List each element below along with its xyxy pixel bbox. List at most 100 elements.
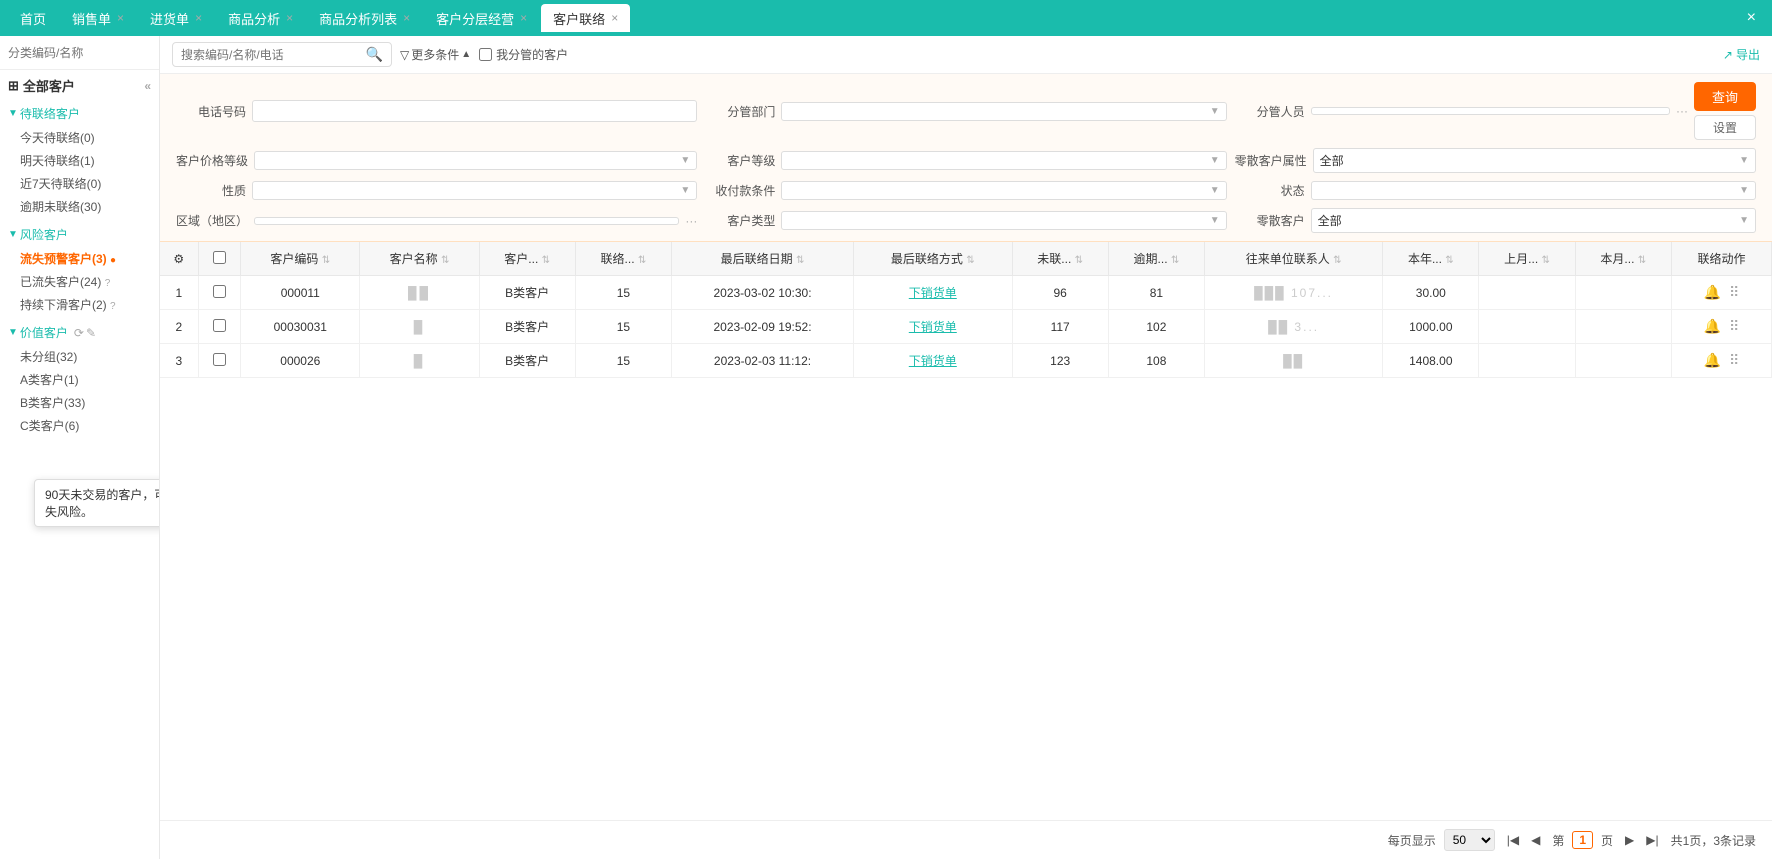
sort-tmonth-icon[interactable]: ⇅ [1638, 255, 1646, 266]
search-icon[interactable]: 🔍 [366, 46, 383, 63]
search-input-area[interactable]: 🔍 [172, 42, 392, 67]
sort-date-icon[interactable]: ⇅ [796, 255, 804, 266]
payment-select[interactable]: ▼ [781, 181, 1226, 200]
query-button[interactable]: 查询 [1694, 82, 1756, 111]
sort-type-icon[interactable]: ⇅ [542, 255, 550, 266]
page-last-icon[interactable]: ▶| [1642, 831, 1662, 849]
dept-select[interactable]: ▼ [781, 102, 1226, 121]
sidebar-all-customers[interactable]: ⊞ 全部客户 « [0, 70, 159, 101]
col-settings[interactable]: ⚙ [160, 242, 198, 276]
manager-select[interactable] [1311, 107, 1670, 115]
action-more-icon[interactable]: ⠿ [1729, 352, 1739, 369]
col-this-month[interactable]: 本月... ⇅ [1575, 242, 1671, 276]
refresh-icon[interactable]: ⟳ [74, 326, 84, 340]
action-note-icon[interactable]: 🔔 [1704, 318, 1721, 335]
col-unit-contact[interactable]: 往来单位联系人 ⇅ [1205, 242, 1383, 276]
cell-check[interactable] [198, 344, 241, 378]
settings-button[interactable]: 设置 [1694, 115, 1756, 140]
sort-method-icon[interactable]: ⇅ [966, 255, 974, 266]
tab-analysis-close[interactable]: × [286, 11, 293, 25]
tab-analysis-list-close[interactable]: × [403, 11, 410, 25]
sidebar-item-a-class[interactable]: A类客户(1) [0, 368, 159, 391]
col-code[interactable]: 客户编码 ⇅ [241, 242, 360, 276]
col-contact[interactable]: 联络... ⇅ [575, 242, 671, 276]
sidebar-item-b-class[interactable]: B类客户(33) [0, 391, 159, 414]
sort-overdue-icon[interactable]: ⇅ [1171, 255, 1179, 266]
cust-level-select[interactable]: ▼ [781, 151, 1226, 170]
tab-analysis[interactable]: 商品分析 × [216, 4, 305, 32]
check-all-checkbox[interactable] [213, 251, 226, 264]
action-note-icon[interactable]: 🔔 [1704, 284, 1721, 301]
sidebar-item-declining[interactable]: 持续下滑客户(2) ? [0, 293, 159, 316]
manager-dots[interactable]: ··· [1676, 104, 1688, 118]
page-prev-icon[interactable]: ◀ [1527, 831, 1544, 849]
tab-customer-link[interactable]: 客户联络 × [541, 4, 630, 32]
action-note-icon[interactable]: 🔔 [1704, 352, 1721, 369]
window-close-button[interactable]: × [1739, 9, 1764, 27]
settings-icon[interactable]: ⚙ [173, 252, 184, 266]
sidebar-collapse-icon[interactable]: « [144, 79, 151, 93]
col-type[interactable]: 客户... ⇅ [479, 242, 575, 276]
sidebar-search-input[interactable] [8, 46, 160, 60]
tab-customer-segment-close[interactable]: × [520, 11, 527, 25]
sort-contact-icon[interactable]: ⇅ [638, 255, 646, 266]
price-level-select[interactable]: ▼ [254, 151, 697, 170]
sidebar-group-churn-title[interactable]: ▼ 风险客户 [0, 222, 159, 247]
edit-icon[interactable]: ✎ [86, 326, 96, 340]
tab-customer-link-close[interactable]: × [611, 11, 618, 25]
nature-select[interactable]: ▼ [252, 181, 697, 200]
sidebar-item-churn-warning[interactable]: 流失预警客户(3) ● [0, 247, 159, 270]
region-select[interactable] [254, 217, 679, 225]
cell-last-method[interactable]: 下销货单 [854, 310, 1013, 344]
cell-check[interactable] [198, 276, 241, 310]
sidebar-group-pending-title[interactable]: ▼ 待联络客户 [0, 101, 159, 126]
sidebar-item-tomorrow[interactable]: 明天待联络(1) [0, 149, 159, 172]
status-select[interactable]: ▼ [1311, 181, 1756, 200]
region-dots[interactable]: ··· [685, 214, 697, 228]
sidebar-group-value-title[interactable]: ▼ 价值客户 ⟳ ✎ [0, 320, 159, 345]
cell-last-method[interactable]: 下销货单 [854, 344, 1013, 378]
search-input[interactable] [181, 48, 360, 62]
sidebar-item-today[interactable]: 今天待联络(0) [0, 126, 159, 149]
sidebar-item-7days[interactable]: 近7天待联络(0) [0, 172, 159, 195]
export-button[interactable]: ↗ 导出 [1723, 46, 1760, 63]
per-page-select[interactable]: 50 100 [1444, 829, 1495, 851]
sidebar-item-c-class[interactable]: C类客户(6) [0, 414, 159, 437]
col-not-contacted[interactable]: 未联... ⇅ [1012, 242, 1108, 276]
tab-sales[interactable]: 销售单 × [60, 4, 136, 32]
tab-home[interactable]: 首页 [8, 4, 58, 32]
tab-purchase[interactable]: 进货单 × [138, 4, 214, 32]
action-more-icon[interactable]: ⠿ [1729, 318, 1739, 335]
sort-unit-icon[interactable]: ⇅ [1333, 255, 1341, 266]
current-page[interactable]: 1 [1572, 831, 1593, 849]
tab-sales-close[interactable]: × [117, 11, 124, 25]
my-customers-check[interactable]: 我分管的客户 [479, 46, 568, 63]
sidebar-item-already-churn[interactable]: 已流失客户(24) ? [0, 270, 159, 293]
col-overdue[interactable]: 逾期... ⇅ [1108, 242, 1204, 276]
page-next-icon[interactable]: ▶ [1621, 831, 1638, 849]
sort-lmonth-icon[interactable]: ⇅ [1542, 255, 1550, 266]
sort-name-icon[interactable]: ⇅ [441, 255, 449, 266]
cell-check[interactable] [198, 310, 241, 344]
col-last-month[interactable]: 上月... ⇅ [1479, 242, 1575, 276]
tab-purchase-close[interactable]: × [195, 11, 202, 25]
col-this-year[interactable]: 本年... ⇅ [1383, 242, 1479, 276]
sidebar-item-ungrouped[interactable]: 未分组(32) [0, 345, 159, 368]
col-name[interactable]: 客户名称 ⇅ [360, 242, 479, 276]
sort-year-icon[interactable]: ⇅ [1445, 255, 1453, 266]
my-customers-checkbox[interactable] [479, 48, 492, 61]
page-first-icon[interactable]: |◀ [1503, 831, 1523, 849]
cell-last-method[interactable]: 下销货单 [854, 276, 1013, 310]
sort-code-icon[interactable]: ⇅ [322, 255, 330, 266]
tab-customer-segment[interactable]: 客户分层经营 × [424, 4, 539, 32]
tab-analysis-list[interactable]: 商品分析列表 × [307, 4, 422, 32]
retail-attr-select[interactable]: 全部 ▼ [1313, 148, 1756, 173]
col-last-method[interactable]: 最后联络方式 ⇅ [854, 242, 1013, 276]
sort-not-icon[interactable]: ⇅ [1075, 255, 1083, 266]
col-last-date[interactable]: 最后联络日期 ⇅ [672, 242, 854, 276]
more-conditions-button[interactable]: ▽ 更多条件 ▲ [400, 46, 471, 63]
retail-select[interactable]: 全部 ▼ [1311, 208, 1756, 233]
cust-type-select[interactable]: ▼ [781, 211, 1226, 230]
phone-input[interactable] [252, 100, 697, 122]
action-more-icon[interactable]: ⠿ [1729, 284, 1739, 301]
